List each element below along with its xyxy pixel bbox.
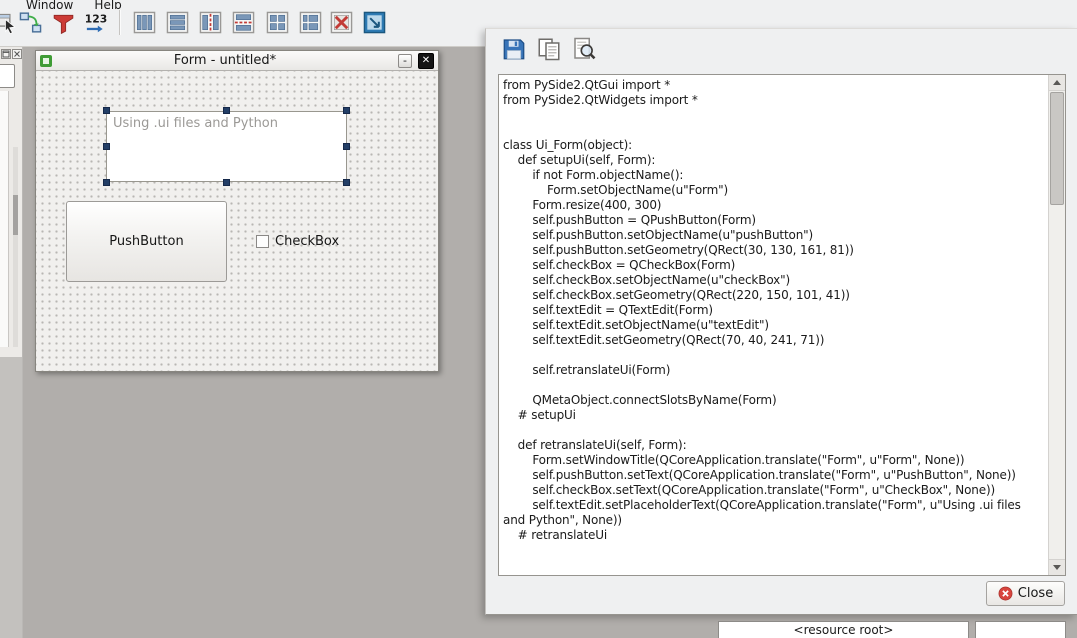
scroll-down-icon[interactable] — [1049, 559, 1065, 575]
code-line: # setupUi — [503, 408, 1047, 423]
widget-filter-input[interactable] — [0, 64, 15, 88]
layout-splitter-horizontal-icon[interactable] — [199, 11, 222, 34]
checkbox-label: CheckBox — [275, 234, 339, 249]
resize-handle-right[interactable] — [343, 143, 350, 150]
svg-text:123: 123 — [85, 13, 107, 26]
code-line: Form.setObjectName(u"Form") — [503, 183, 1047, 198]
code-view[interactable]: from PySide2.QtGui import *from PySide2.… — [498, 74, 1066, 576]
code-line — [503, 348, 1047, 363]
pushbutton-label: PushButton — [109, 234, 183, 249]
copy-icon[interactable] — [537, 37, 561, 61]
menu-window[interactable]: Window — [26, 0, 73, 9]
menubar: Window Help — [26, 0, 138, 9]
code-line: self.checkBox = QCheckBox(Form) — [503, 258, 1047, 273]
dock-lower-area — [0, 357, 22, 638]
form-window: Form - untitled* - ✕ Using .ui files and… — [35, 50, 439, 372]
code-dialog-toolbar — [502, 37, 596, 61]
code-preview-dialog: from PySide2.QtGui import *from PySide2.… — [485, 28, 1077, 615]
edit-signals-slots-icon[interactable] — [19, 11, 42, 34]
checkbox-indicator[interactable] — [256, 235, 269, 248]
code-line: self.textEdit.setObjectName(u"textEdit") — [503, 318, 1047, 333]
code-line: self.retranslateUi(Form) — [503, 363, 1047, 378]
code-line: and Python", None)) — [503, 513, 1047, 528]
code-line: self.textEdit.setPlaceholderText(QCoreAp… — [503, 498, 1047, 513]
code-line: from PySide2.QtWidgets import * — [503, 93, 1047, 108]
scrollbar-thumb[interactable] — [13, 195, 18, 235]
menu-help[interactable]: Help — [94, 0, 121, 9]
code-line: def setupUi(self, Form): — [503, 153, 1047, 168]
form-window-icon — [40, 55, 52, 67]
widget-box-dock — [0, 47, 23, 638]
code-scrollbar[interactable] — [1048, 75, 1065, 575]
resize-handle-top-right[interactable] — [343, 107, 350, 114]
resource-root-item[interactable]: <resource root> — [718, 621, 969, 638]
layout-horizontal-icon[interactable] — [133, 11, 156, 34]
pushbutton-widget[interactable]: PushButton — [66, 201, 227, 282]
qt-designer-app: Window Help 123 — [0, 0, 1077, 638]
toolbar-separator — [119, 10, 121, 35]
layout-form-icon[interactable] — [299, 11, 322, 34]
code-line: QMetaObject.connectSlotsByName(Form) — [503, 393, 1047, 408]
scrollbar-thumb[interactable] — [1050, 92, 1064, 205]
resource-root-label: <resource root> — [794, 623, 894, 637]
code-line: self.pushButton.setText(QCoreApplication… — [503, 468, 1047, 483]
code-line — [503, 378, 1047, 393]
code-line: self.pushButton.setGeometry(QRect(30, 13… — [503, 243, 1047, 258]
layout-vertical-icon[interactable] — [166, 11, 189, 34]
find-icon[interactable] — [572, 37, 596, 61]
code-line: self.textEdit.setGeometry(QRect(70, 40, … — [503, 333, 1047, 348]
layout-splitter-vertical-icon[interactable] — [232, 11, 255, 34]
code-line — [503, 123, 1047, 138]
code-line: self.checkBox.setGeometry(QRect(220, 150… — [503, 288, 1047, 303]
code-line: if not Form.objectName(): — [503, 168, 1047, 183]
widget-list-scrollbar[interactable] — [13, 147, 18, 347]
code-line: self.checkBox.setText(QCoreApplication.t… — [503, 483, 1047, 498]
widget-list-fragment — [0, 91, 9, 347]
resize-handle-left[interactable] — [103, 143, 110, 150]
checkbox-widget[interactable]: CheckBox — [256, 221, 357, 262]
edit-widgets-icon[interactable] — [0, 11, 17, 34]
code-line: Form.resize(400, 300) — [503, 198, 1047, 213]
adjust-size-icon[interactable] — [363, 11, 386, 34]
code-line: self.checkBox.setObjectName(u"checkBox") — [503, 273, 1047, 288]
textedit-widget[interactable]: Using .ui files and Python — [106, 111, 347, 182]
code-line: self.textEdit = QTextEdit(Form) — [503, 303, 1047, 318]
edit-tab-order-icon[interactable]: 123 — [84, 11, 107, 34]
dock-close-icon[interactable] — [12, 49, 22, 59]
break-layout-icon[interactable] — [330, 11, 353, 34]
dialog-close-icon — [998, 586, 1013, 601]
minimize-button[interactable]: - — [398, 54, 412, 68]
close-window-button[interactable]: ✕ — [418, 53, 434, 69]
form-window-title: Form - untitled* — [52, 53, 398, 68]
resize-handle-bottom[interactable] — [223, 179, 230, 186]
textedit-selection: Using .ui files and Python — [106, 111, 347, 182]
resize-handle-top-left[interactable] — [103, 107, 110, 114]
resize-handle-bottom-right[interactable] — [343, 179, 350, 186]
form-window-titlebar[interactable]: Form - untitled* - ✕ — [36, 51, 438, 71]
main-toolbar: 123 — [0, 11, 480, 37]
code-line: from PySide2.QtGui import * — [503, 78, 1047, 93]
resize-handle-bottom-left[interactable] — [103, 179, 110, 186]
code-line: def retranslateUi(self, Form): — [503, 438, 1047, 453]
layout-grid-icon[interactable] — [266, 11, 289, 34]
form-canvas[interactable]: Using .ui files and Python PushButton Ch… — [36, 71, 438, 371]
close-button-label: Close — [1018, 586, 1053, 601]
code-line — [503, 108, 1047, 123]
resize-handle-top[interactable] — [223, 107, 230, 114]
code-line — [503, 423, 1047, 438]
code-text: from PySide2.QtGui import *from PySide2.… — [503, 78, 1047, 573]
close-button[interactable]: Close — [986, 581, 1065, 606]
save-icon[interactable] — [502, 37, 526, 61]
code-line: class Ui_Form(object): — [503, 138, 1047, 153]
scroll-up-icon[interactable] — [1049, 75, 1065, 91]
resource-panel-fragment — [975, 621, 1066, 638]
code-line: self.pushButton = QPushButton(Form) — [503, 213, 1047, 228]
code-line: self.pushButton.setObjectName(u"pushButt… — [503, 228, 1047, 243]
edit-buddies-icon[interactable] — [52, 11, 75, 34]
code-line: # retranslateUi — [503, 528, 1047, 543]
dock-float-icon[interactable] — [1, 49, 11, 59]
code-line: Form.setWindowTitle(QCoreApplication.tra… — [503, 453, 1047, 468]
